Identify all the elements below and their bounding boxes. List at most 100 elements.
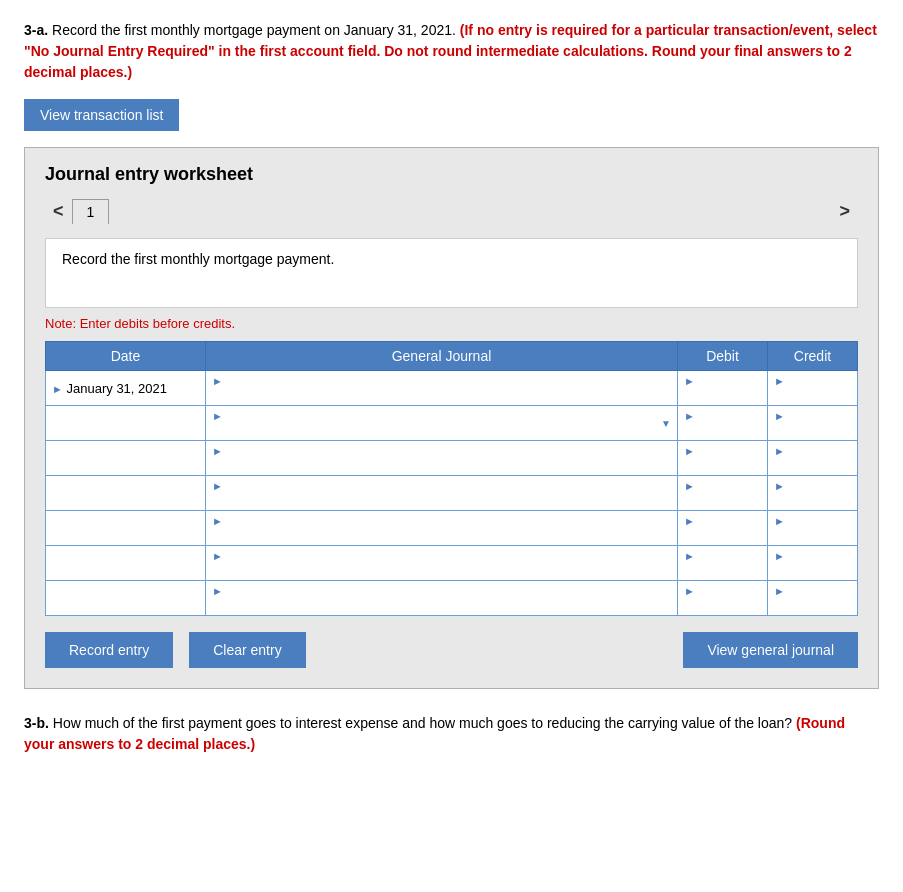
view-general-journal-button[interactable]: View general journal xyxy=(683,632,858,668)
row-arrow-7: ► xyxy=(212,585,223,597)
date-cell-5 xyxy=(46,511,206,546)
bottom-instruction: 3-b. How much of the first payment goes … xyxy=(24,713,879,755)
instruction-block: 3-a. Record the first monthly mortgage p… xyxy=(24,20,879,83)
debit-cell-5[interactable]: ► xyxy=(678,511,768,546)
debit-input-4[interactable] xyxy=(684,493,761,508)
credit-cell-3[interactable]: ► xyxy=(768,441,858,476)
debit-arrow-1: ► xyxy=(684,375,695,387)
date-cell-1: ► January 31, 2021 xyxy=(46,371,206,406)
debit-arrow-6: ► xyxy=(684,550,695,562)
debit-arrow-3: ► xyxy=(684,445,695,457)
clear-entry-button[interactable]: Clear entry xyxy=(189,632,305,668)
bottom-label: 3-b. xyxy=(24,715,49,731)
table-row: ► ▼ ► ► xyxy=(46,406,858,441)
instruction-main-text: Record the first monthly mortgage paymen… xyxy=(52,22,456,38)
credit-arrow-1: ► xyxy=(774,375,785,387)
col-header-date: Date xyxy=(46,342,206,371)
credit-cell-4[interactable]: ► xyxy=(768,476,858,511)
row-indicator: ► xyxy=(52,383,63,395)
table-row: ► ► ► xyxy=(46,441,858,476)
credit-cell-6[interactable]: ► xyxy=(768,546,858,581)
credit-cell-1[interactable]: ► xyxy=(768,371,858,406)
credit-cell-2[interactable]: ► xyxy=(768,406,858,441)
instruction-label: 3-a. xyxy=(24,22,48,38)
buttons-row: Record entry Clear entry View general jo… xyxy=(45,632,858,668)
table-row: ► ► ► xyxy=(46,476,858,511)
row-arrow-3: ► xyxy=(212,445,223,457)
note-text: Note: Enter debits before credits. xyxy=(45,316,858,331)
credit-input-5[interactable] xyxy=(774,528,851,543)
debit-cell-3[interactable]: ► xyxy=(678,441,768,476)
view-transaction-button[interactable]: View transaction list xyxy=(24,99,179,131)
credit-arrow-4: ► xyxy=(774,480,785,492)
debit-cell-2[interactable]: ► xyxy=(678,406,768,441)
journal-table: Date General Journal Debit Credit ► Janu… xyxy=(45,341,858,616)
credit-cell-7[interactable]: ► xyxy=(768,581,858,616)
credit-input-2[interactable] xyxy=(774,423,851,438)
journal-cell-6[interactable]: ► xyxy=(206,546,678,581)
date-cell-7 xyxy=(46,581,206,616)
journal-input-1[interactable] xyxy=(212,388,671,403)
table-row: ► ► ► xyxy=(46,546,858,581)
journal-cell-5[interactable]: ► xyxy=(206,511,678,546)
table-row: ► January 31, 2021 ► ► ► xyxy=(46,371,858,406)
debit-input-3[interactable] xyxy=(684,458,761,473)
date-cell-6 xyxy=(46,546,206,581)
credit-arrow-3: ► xyxy=(774,445,785,457)
journal-cell-1[interactable]: ► xyxy=(206,371,678,406)
row-arrow-2: ► xyxy=(212,410,223,422)
debit-arrow-7: ► xyxy=(684,585,695,597)
journal-cell-2[interactable]: ► ▼ xyxy=(206,406,678,441)
description-text: Record the first monthly mortgage paymen… xyxy=(62,251,334,267)
debit-input-2[interactable] xyxy=(684,423,761,438)
journal-cell-7[interactable]: ► xyxy=(206,581,678,616)
journal-input-6[interactable] xyxy=(212,563,671,578)
date-value-1: January 31, 2021 xyxy=(67,381,167,396)
col-header-journal: General Journal xyxy=(206,342,678,371)
record-entry-button[interactable]: Record entry xyxy=(45,632,173,668)
tab-navigation: < 1 > xyxy=(45,197,858,226)
journal-input-7[interactable] xyxy=(212,598,671,613)
bottom-main-text: How much of the first payment goes to in… xyxy=(53,715,792,731)
prev-tab-button[interactable]: < xyxy=(45,197,72,226)
journal-input-5[interactable] xyxy=(212,528,671,543)
credit-input-1[interactable] xyxy=(774,388,851,403)
debit-cell-7[interactable]: ► xyxy=(678,581,768,616)
journal-cell-3[interactable]: ► xyxy=(206,441,678,476)
credit-input-7[interactable] xyxy=(774,598,851,613)
debit-input-7[interactable] xyxy=(684,598,761,613)
date-cell-3 xyxy=(46,441,206,476)
credit-input-3[interactable] xyxy=(774,458,851,473)
debit-arrow-4: ► xyxy=(684,480,695,492)
credit-arrow-5: ► xyxy=(774,515,785,527)
debit-cell-6[interactable]: ► xyxy=(678,546,768,581)
tab-number[interactable]: 1 xyxy=(72,199,110,224)
debit-input-6[interactable] xyxy=(684,563,761,578)
debit-cell-1[interactable]: ► xyxy=(678,371,768,406)
journal-cell-4[interactable]: ► xyxy=(206,476,678,511)
worksheet-title: Journal entry worksheet xyxy=(45,164,858,185)
debit-cell-4[interactable]: ► xyxy=(678,476,768,511)
journal-input-3[interactable] xyxy=(212,458,671,473)
description-box: Record the first monthly mortgage paymen… xyxy=(45,238,858,308)
debit-input-5[interactable] xyxy=(684,528,761,543)
worksheet-container: Journal entry worksheet < 1 > Record the… xyxy=(24,147,879,689)
row-arrow-1: ► xyxy=(212,375,223,387)
debit-arrow-5: ► xyxy=(684,515,695,527)
credit-cell-5[interactable]: ► xyxy=(768,511,858,546)
col-header-credit: Credit xyxy=(768,342,858,371)
col-header-debit: Debit xyxy=(678,342,768,371)
credit-input-6[interactable] xyxy=(774,563,851,578)
table-row: ► ► ► xyxy=(46,511,858,546)
journal-input-2[interactable] xyxy=(212,423,671,438)
debit-input-1[interactable] xyxy=(684,388,761,403)
journal-input-4[interactable] xyxy=(212,493,671,508)
credit-input-4[interactable] xyxy=(774,493,851,508)
next-tab-button[interactable]: > xyxy=(831,197,858,226)
row-arrow-6: ► xyxy=(212,550,223,562)
table-row: ► ► ► xyxy=(46,581,858,616)
date-cell-2 xyxy=(46,406,206,441)
date-cell-4 xyxy=(46,476,206,511)
row-arrow-5: ► xyxy=(212,515,223,527)
credit-arrow-6: ► xyxy=(774,550,785,562)
